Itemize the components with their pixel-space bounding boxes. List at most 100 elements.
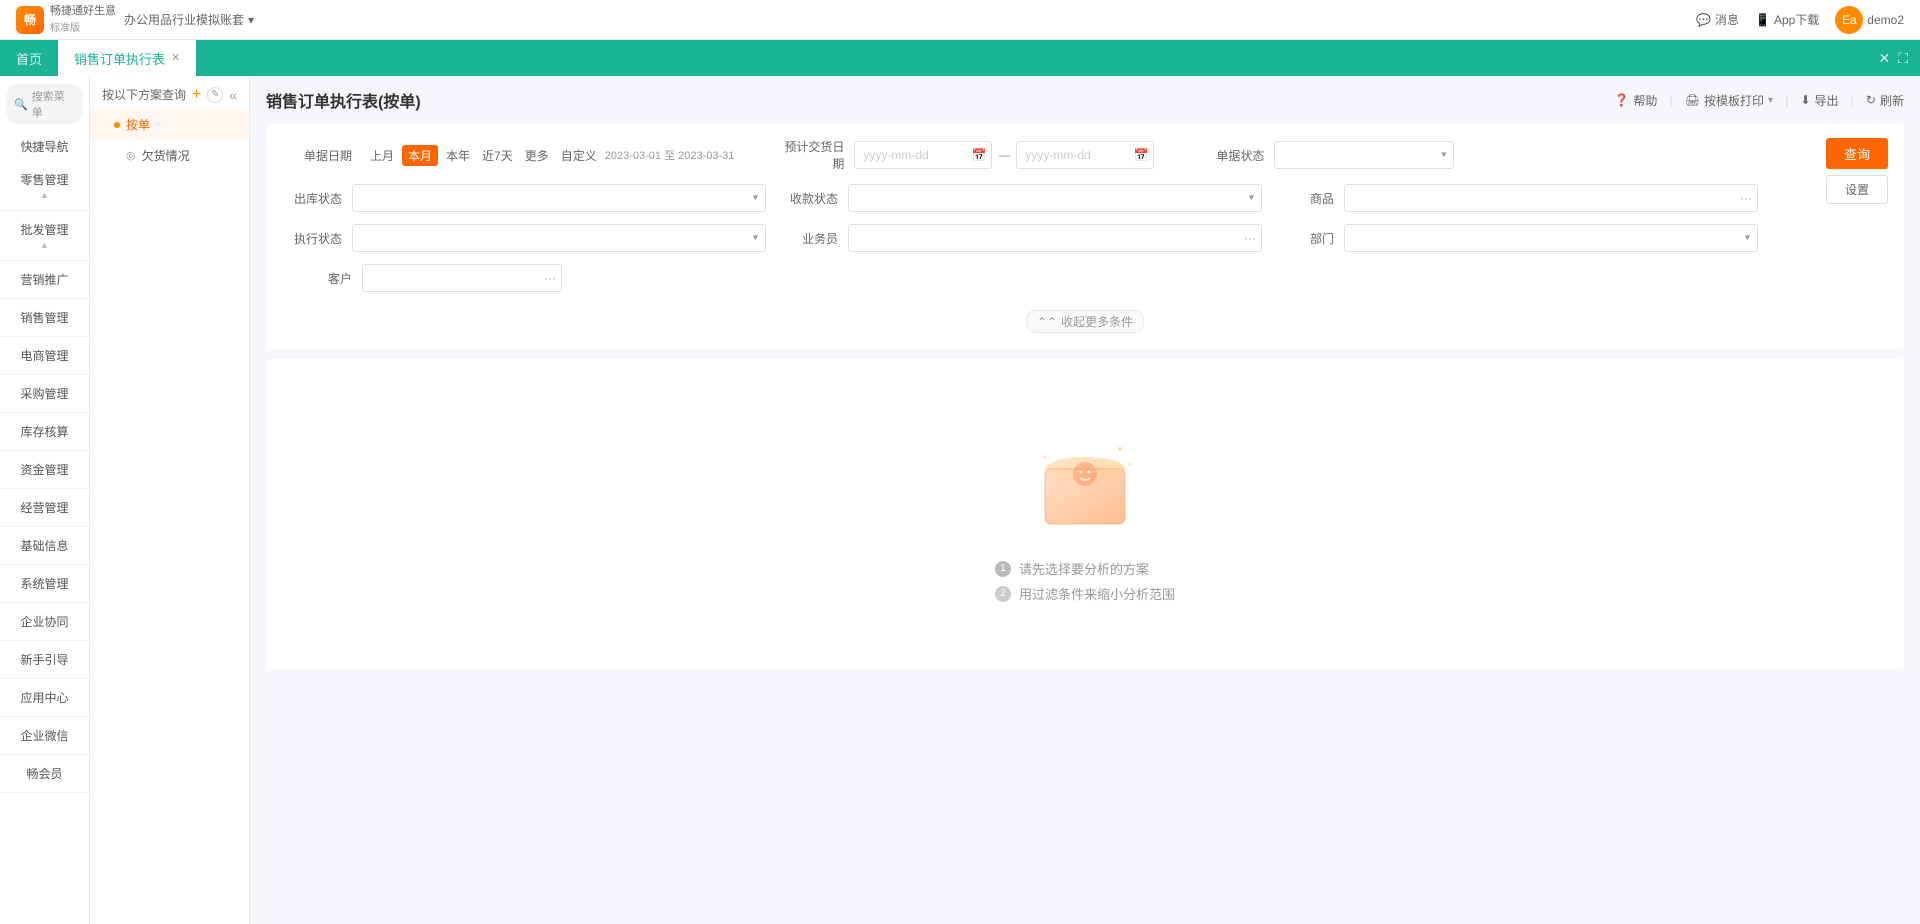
- left-panel: 按以下方案查询 + ✎ « 按单 ◎ 欠货情况: [90, 76, 250, 924]
- sidebar-item-marketing[interactable]: 营销推广: [0, 261, 89, 299]
- divider3: |: [1851, 93, 1854, 108]
- collapse-label: 收起更多条件: [1061, 313, 1133, 330]
- logo-title: 畅捷通好生意: [50, 5, 116, 18]
- shortcut-last7[interactable]: 近7天: [478, 145, 517, 166]
- shortcut-custom[interactable]: 自定义: [557, 145, 601, 166]
- sidebar-wechat-label: 企业微信: [20, 727, 68, 744]
- message-action[interactable]: 💬 消息: [1696, 11, 1739, 28]
- sidebar-item-member[interactable]: 畅会员: [0, 755, 89, 793]
- breadcrumb-arrow-icon[interactable]: ▾: [248, 13, 254, 27]
- expected-date-end-icon[interactable]: 📅: [1133, 148, 1148, 162]
- sidebar-search-area[interactable]: 🔍 搜索菜单: [0, 76, 89, 132]
- left-panel-item-debt[interactable]: ◎ 欠货情况: [90, 140, 249, 171]
- app-download-action[interactable]: 📱 App下载: [1755, 11, 1819, 28]
- sidebar-item-basic[interactable]: 基础信息: [0, 527, 89, 565]
- sidebar-newbie-label: 新手引导: [20, 651, 68, 668]
- filter-area: 查询 设置 单据日期 上月 本月 本年 近7天 更多 自定义 2023-03-0…: [266, 124, 1904, 349]
- sidebar-item-finance[interactable]: 资金管理: [0, 451, 89, 489]
- filter-cell-exec-status: 执行状态 ▾: [282, 224, 766, 252]
- sidebar-item-newbie[interactable]: 新手引导: [0, 641, 89, 679]
- sidebar-search-inner[interactable]: 🔍 搜索菜单: [6, 84, 83, 124]
- sidebar-item-appstore[interactable]: 应用中心: [0, 679, 89, 717]
- out-status-control: ▾: [352, 184, 766, 212]
- sidebar-item-sales[interactable]: 销售管理: [0, 299, 89, 337]
- left-panel-header: 按以下方案查询 + ✎ «: [90, 76, 249, 109]
- template-print-btn[interactable]: 🖨 按模板打印 ▾: [1685, 92, 1773, 109]
- settings-button[interactable]: 设置: [1826, 175, 1888, 204]
- page-title-bar: 销售订单执行表(按单) ❓ 帮助 | 🖨 按模板打印 ▾ | ⬇ 导出 |: [266, 88, 1904, 112]
- payment-status-select[interactable]: [848, 184, 1262, 212]
- payment-status-control: ▾: [848, 184, 1262, 212]
- goods-more-icon[interactable]: ···: [1740, 191, 1752, 205]
- sidebar-item-corp[interactable]: 企业协同: [0, 603, 89, 641]
- collapse-button[interactable]: ⌃⌃ 收起更多条件: [1026, 310, 1144, 333]
- shortcut-more[interactable]: 更多: [521, 145, 553, 166]
- shortcut-this-year[interactable]: 本年: [442, 145, 474, 166]
- tab-sales-order-label: 销售订单执行表: [74, 49, 165, 68]
- header-right: 💬 消息 📱 App下载 Ea demo2: [1696, 6, 1904, 34]
- left-panel-edit-btn[interactable]: ✎: [207, 87, 223, 103]
- salesman-input[interactable]: [848, 224, 1262, 252]
- dept-label: 部门: [1274, 230, 1344, 247]
- customer-more-icon[interactable]: ···: [544, 271, 556, 285]
- print-dropdown-icon[interactable]: ▾: [1768, 95, 1773, 106]
- dept-select[interactable]: [1344, 224, 1758, 252]
- collapse-bar[interactable]: ⌃⌃ 收起更多条件: [282, 304, 1888, 335]
- left-panel-collapse-btn[interactable]: «: [229, 88, 237, 102]
- exec-status-select[interactable]: [352, 224, 766, 252]
- query-button[interactable]: 查询: [1826, 138, 1888, 169]
- exec-status-control: ▾: [352, 224, 766, 252]
- user-avatar: Ea: [1835, 6, 1863, 34]
- print-icon: 🖨: [1685, 93, 1700, 107]
- sidebar-purchase-label: 采购管理: [20, 385, 68, 402]
- order-dot: [114, 122, 120, 128]
- filter-cell-out-status: 出库状态 ▾: [282, 184, 766, 212]
- sidebar-item-wholesale[interactable]: 批发管理 ▲: [0, 211, 89, 261]
- sidebar-item-operation[interactable]: 经营管理: [0, 489, 89, 527]
- out-status-select[interactable]: [352, 184, 766, 212]
- expected-date-end-wrap: 📅: [1016, 141, 1154, 169]
- filter-row-exec: 执行状态 ▾ 业务员 ··· 部门: [282, 224, 1888, 252]
- sidebar-sales-label: 销售管理: [20, 309, 68, 326]
- out-status-label: 出库状态: [282, 190, 352, 207]
- window-maximize-btn[interactable]: ⛶: [1898, 50, 1908, 67]
- export-btn[interactable]: ⬇ 导出: [1800, 92, 1838, 109]
- user-area[interactable]: Ea demo2: [1835, 6, 1904, 34]
- query-btn-area: 查询 设置: [1826, 138, 1888, 204]
- sidebar-item-retail[interactable]: 零售管理 ▲: [0, 161, 89, 211]
- goods-input[interactable]: [1344, 184, 1758, 212]
- filter-row-customer: 客户 ···: [282, 264, 1888, 292]
- order-status-select[interactable]: [1274, 141, 1454, 169]
- filter-cell-dept: 部门 ▾: [1274, 224, 1758, 252]
- expected-date-range: 📅 — 📅: [854, 141, 1154, 169]
- search-placeholder: 搜索菜单: [32, 88, 75, 120]
- tab-close-icon[interactable]: ✕: [171, 53, 180, 64]
- sidebar-item-ecommerce[interactable]: 电商管理: [0, 337, 89, 375]
- window-close-btn[interactable]: ✕: [1878, 50, 1890, 67]
- left-panel-item-order[interactable]: 按单: [90, 109, 249, 140]
- shortcut-last-month[interactable]: 上月: [366, 145, 398, 166]
- left-panel-title: 按以下方案查询: [102, 86, 186, 103]
- customer-input[interactable]: [362, 264, 562, 292]
- salesman-more-icon[interactable]: ···: [1244, 231, 1256, 245]
- tab-home[interactable]: 首页: [0, 40, 58, 76]
- sidebar-nav-link[interactable]: 快捷导航: [0, 132, 89, 161]
- left-panel-actions: + ✎ «: [192, 87, 237, 103]
- divider2: |: [1785, 93, 1788, 108]
- shortcut-this-month[interactable]: 本月: [402, 145, 438, 166]
- sidebar-item-system[interactable]: 系统管理: [0, 565, 89, 603]
- window-controls: ✕ ⛶: [1878, 50, 1920, 67]
- tab-sales-order[interactable]: 销售订单执行表 ✕: [58, 40, 196, 76]
- refresh-btn[interactable]: ↻ 刷新: [1866, 92, 1904, 109]
- sidebar-item-inventory[interactable]: 库存核算: [0, 413, 89, 451]
- sidebar-retail-label: 零售管理: [20, 171, 68, 188]
- sidebar-item-purchase[interactable]: 采购管理: [0, 375, 89, 413]
- expected-date-start-icon[interactable]: 📅: [971, 148, 986, 162]
- empty-svg: [1025, 419, 1145, 529]
- salesman-label: 业务员: [778, 230, 848, 247]
- help-btn[interactable]: ❓ 帮助: [1614, 92, 1657, 109]
- logo-sub: 标准版: [50, 19, 116, 34]
- sidebar-item-wechat[interactable]: 企业微信: [0, 717, 89, 755]
- left-panel-add-btn[interactable]: +: [192, 87, 201, 103]
- sidebar-marketing-label: 营销推广: [20, 271, 68, 288]
